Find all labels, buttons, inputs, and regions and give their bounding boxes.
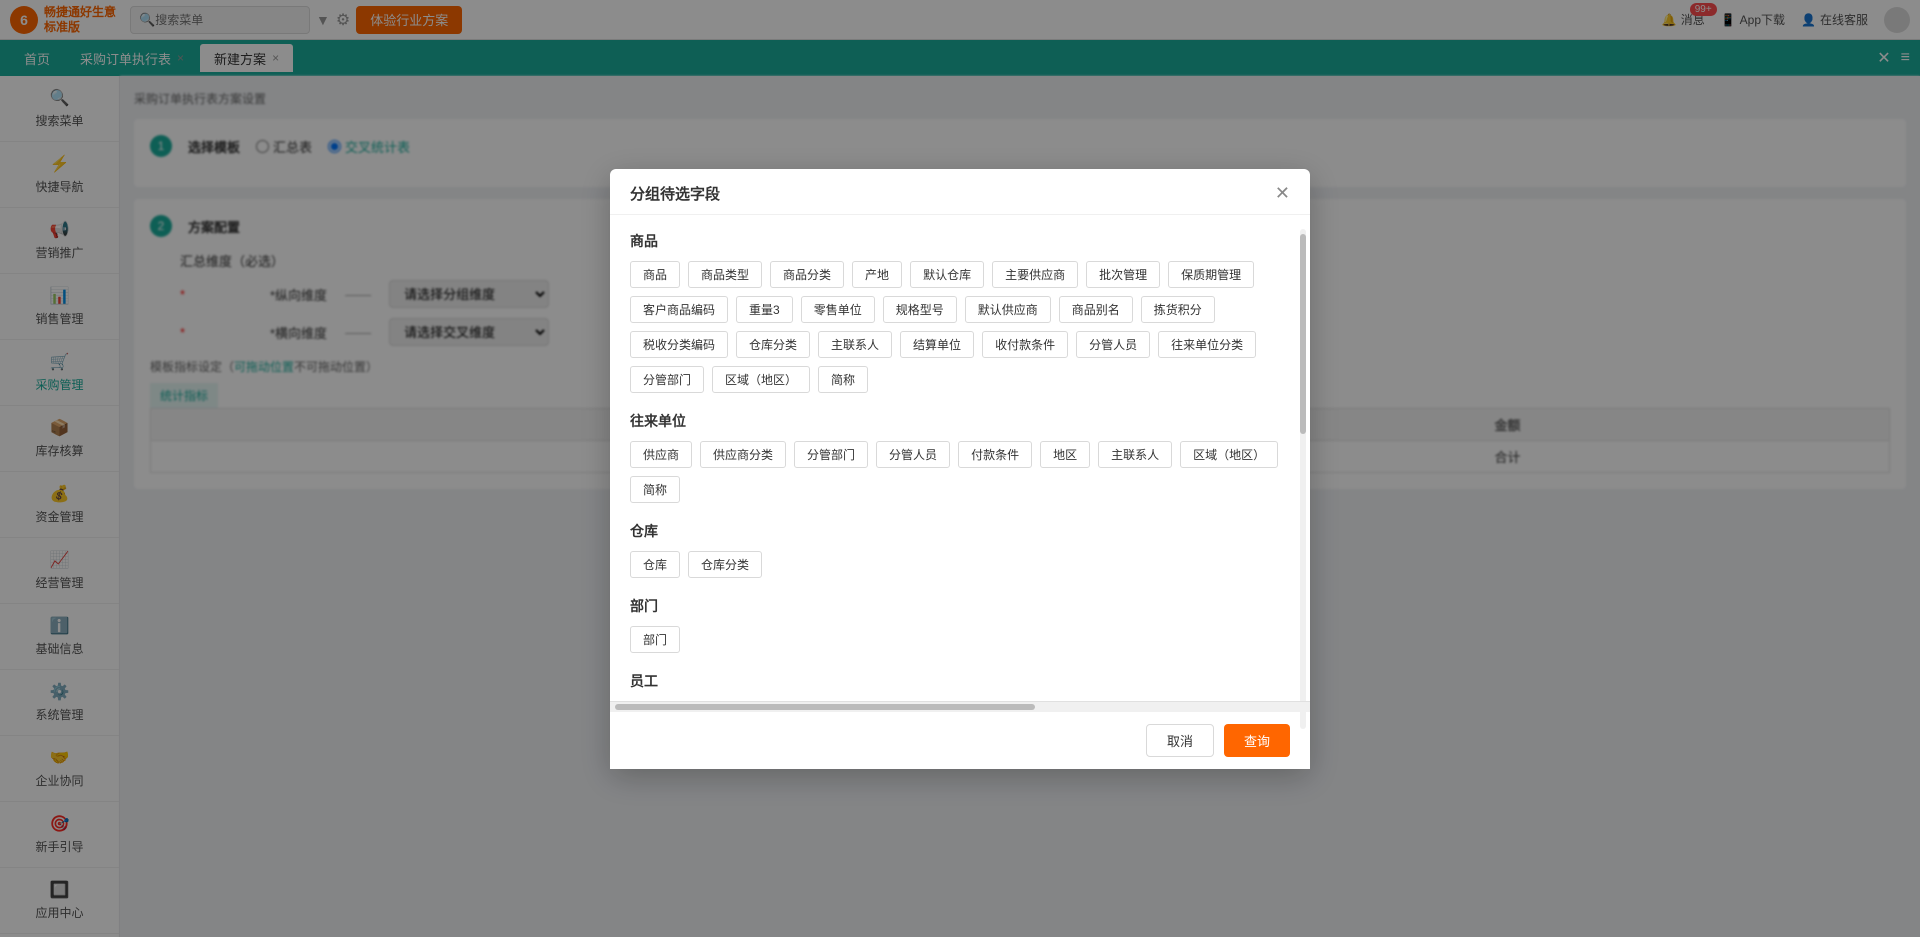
goods-fields: 商品 商品类型 商品分类 产地 默认仓库 主要供应商 批次管理 保质期管理 客户… (630, 261, 1290, 393)
section-department: 部门 部门 (630, 596, 1290, 653)
field-counterparty-type[interactable]: 往来单位分类 (1158, 331, 1256, 358)
field-weight[interactable]: 重量3 (736, 296, 793, 323)
section-goods: 商品 商品 商品类型 商品分类 产地 默认仓库 主要供应商 批次管理 保质期管理… (630, 231, 1290, 393)
field-dept[interactable]: 分管部门 (630, 366, 704, 393)
modal-vscroll[interactable] (1300, 229, 1306, 729)
cancel-button[interactable]: 取消 (1146, 724, 1214, 757)
field-tax-code[interactable]: 税收分类编码 (630, 331, 728, 358)
field-goods-category[interactable]: 商品分类 (770, 261, 844, 288)
field-main-supplier[interactable]: 主要供应商 (992, 261, 1078, 288)
field-supplier[interactable]: 供应商 (630, 441, 692, 468)
field-origin[interactable]: 产地 (852, 261, 902, 288)
field-settlement-unit[interactable]: 结算单位 (900, 331, 974, 358)
field-supervisor[interactable]: 分管人员 (1076, 331, 1150, 358)
field-default-supplier[interactable]: 默认供应商 (965, 296, 1051, 323)
section-dept-title: 部门 (630, 596, 1290, 616)
warehouse-fields: 仓库 仓库分类 (630, 551, 1290, 578)
field-main-contact[interactable]: 主联系人 (818, 331, 892, 358)
field-supplier-category[interactable]: 供应商分类 (700, 441, 786, 468)
field-goods[interactable]: 商品 (630, 261, 680, 288)
field-cp-region[interactable]: 地区 (1040, 441, 1090, 468)
field-retail-unit[interactable]: 零售单位 (801, 296, 875, 323)
section-emp-title: 员工 (630, 671, 1290, 691)
field-cp-payment[interactable]: 付款条件 (958, 441, 1032, 468)
modal-vscroll-thumb (1300, 234, 1306, 434)
modal-overlay: 分组待选字段 ✕ 商品 商品 商品类型 商品分类 产地 默认仓库 主要供应商 批… (0, 0, 1920, 937)
modal-footer: 取消 查询 (610, 711, 1310, 769)
field-cp-area[interactable]: 区域（地区） (1180, 441, 1278, 468)
dept-fields: 部门 (630, 626, 1290, 653)
modal-hscroll[interactable] (610, 701, 1310, 711)
field-cp-supervisor[interactable]: 分管人员 (876, 441, 950, 468)
field-batch-mgmt[interactable]: 批次管理 (1086, 261, 1160, 288)
field-region-goods[interactable]: 区域（地区） (712, 366, 810, 393)
field-expiry-mgmt[interactable]: 保质期管理 (1168, 261, 1254, 288)
section-counterparty-title: 往来单位 (630, 411, 1290, 431)
field-pick-points[interactable]: 拣货积分 (1141, 296, 1215, 323)
section-goods-title: 商品 (630, 231, 1290, 251)
section-warehouse: 仓库 仓库 仓库分类 (630, 521, 1290, 578)
modal-body[interactable]: 商品 商品 商品类型 商品分类 产地 默认仓库 主要供应商 批次管理 保质期管理… (610, 215, 1310, 701)
field-payment-terms[interactable]: 收付款条件 (982, 331, 1068, 358)
field-goods-type[interactable]: 商品类型 (688, 261, 762, 288)
modal-hscroll-thumb (615, 704, 1035, 710)
modal-title: 分组待选字段 (630, 183, 720, 204)
field-wh-name[interactable]: 仓库 (630, 551, 680, 578)
field-customer-code[interactable]: 客户商品编码 (630, 296, 728, 323)
modal-close-button[interactable]: ✕ (1275, 184, 1290, 202)
modal-dialog: 分组待选字段 ✕ 商品 商品 商品类型 商品分类 产地 默认仓库 主要供应商 批… (610, 169, 1310, 769)
field-warehouse-category[interactable]: 仓库分类 (736, 331, 810, 358)
section-employee: 员工 业务员 (630, 671, 1290, 701)
field-department[interactable]: 部门 (630, 626, 680, 653)
section-counterparty: 往来单位 供应商 供应商分类 分管部门 分管人员 付款条件 地区 主联系人 区域… (630, 411, 1290, 503)
field-wh-category[interactable]: 仓库分类 (688, 551, 762, 578)
modal-header: 分组待选字段 ✕ (610, 169, 1310, 215)
field-spec-model[interactable]: 规格型号 (883, 296, 957, 323)
field-default-warehouse[interactable]: 默认仓库 (910, 261, 984, 288)
field-abbr-goods[interactable]: 简称 (818, 366, 868, 393)
confirm-button[interactable]: 查询 (1224, 724, 1290, 757)
section-warehouse-title: 仓库 (630, 521, 1290, 541)
field-cp-dept[interactable]: 分管部门 (794, 441, 868, 468)
counterparty-fields: 供应商 供应商分类 分管部门 分管人员 付款条件 地区 主联系人 区域（地区） … (630, 441, 1290, 503)
field-goods-alias[interactable]: 商品别名 (1059, 296, 1133, 323)
field-cp-abbr[interactable]: 简称 (630, 476, 680, 503)
field-cp-contact[interactable]: 主联系人 (1098, 441, 1172, 468)
